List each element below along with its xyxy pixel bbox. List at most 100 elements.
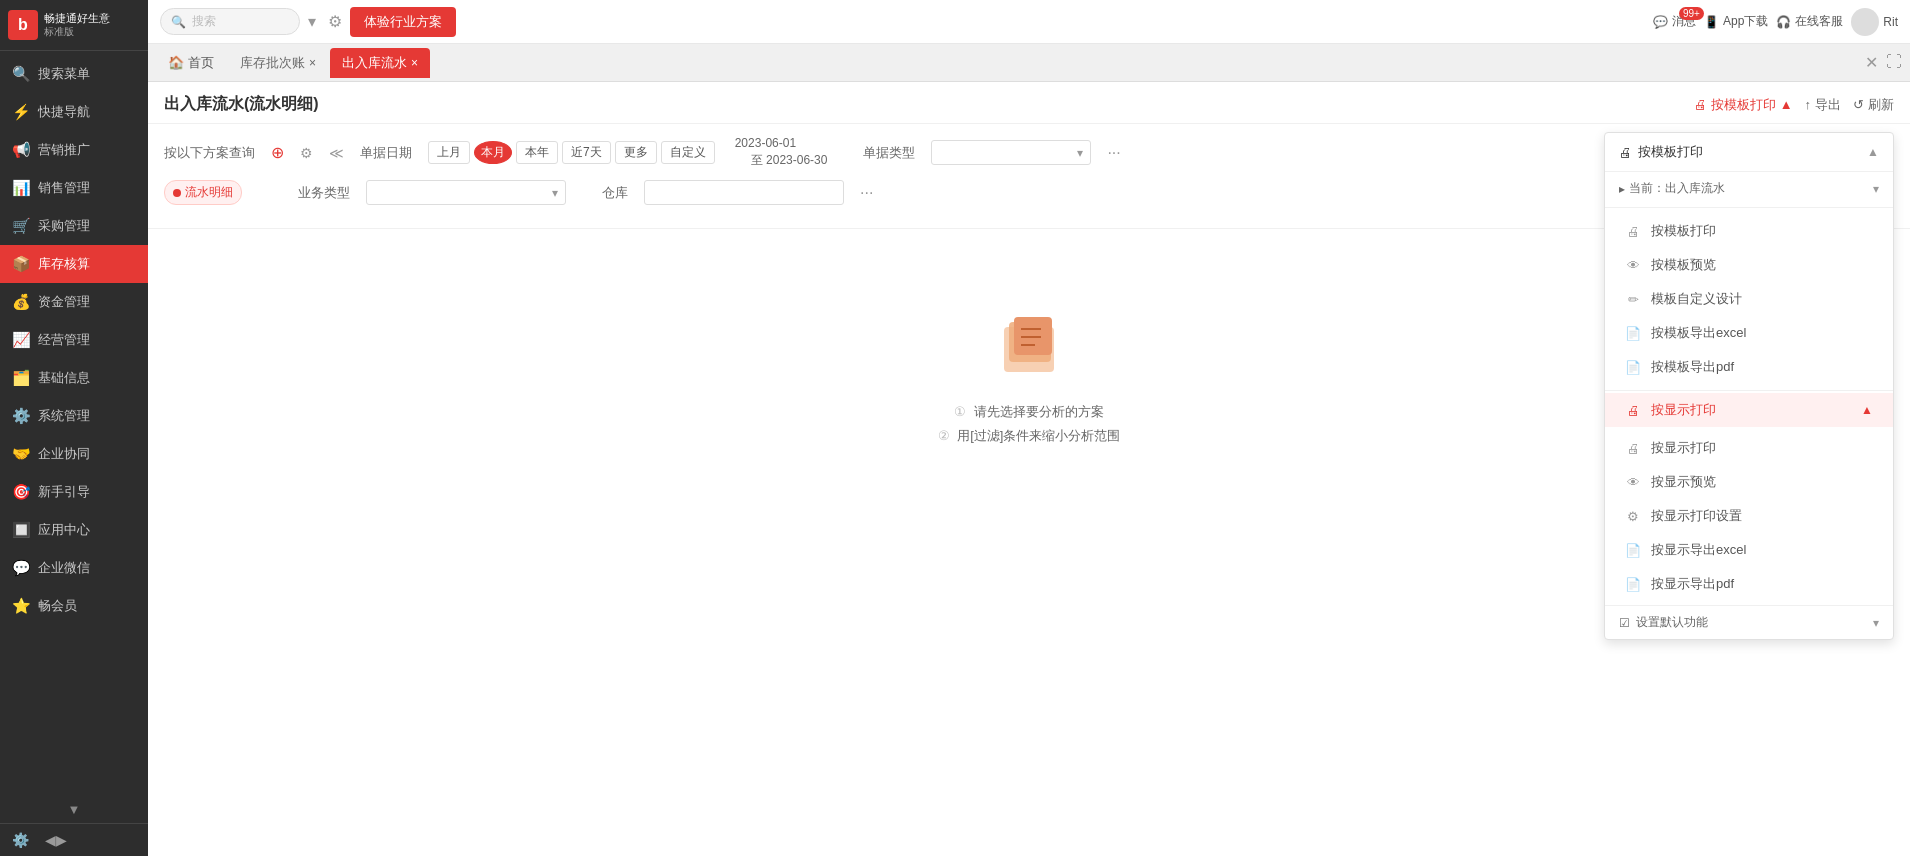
sidebar-item-label: 基础信息 bbox=[38, 369, 90, 387]
topbar-chevron[interactable]: ▾ bbox=[308, 12, 316, 31]
date-btn-custom[interactable]: 自定义 bbox=[661, 141, 715, 164]
main-area: 🔍 搜索 ▾ ⚙ 体验行业方案 💬 消息 99+ 📱 App下载 🎧 在线客服 bbox=[148, 0, 1910, 856]
sidebar-item-system[interactable]: ⚙️ 系统管理 bbox=[0, 397, 148, 435]
document-type-select-wrapper: ▾ bbox=[931, 140, 1091, 165]
add-filter-icon[interactable]: ⊕ bbox=[271, 143, 284, 162]
sidebar-item-sales[interactable]: 📊 销售管理 bbox=[0, 169, 148, 207]
print-icon: 🖨 bbox=[1625, 223, 1641, 239]
date-btn-this-month[interactable]: 本月 bbox=[474, 141, 512, 164]
dropdown-current-label: ▸ 当前：出入库流水 bbox=[1619, 180, 1725, 197]
sidebar-item-basic[interactable]: 🗂️ 基础信息 bbox=[0, 359, 148, 397]
message-button[interactable]: 💬 消息 99+ bbox=[1653, 13, 1696, 30]
purchase-icon: 🛒 bbox=[12, 217, 30, 235]
topbar-gear-icon[interactable]: ⚙ bbox=[328, 12, 342, 31]
sidebar-item-label: 采购管理 bbox=[38, 217, 90, 235]
empty-state-icon bbox=[989, 307, 1069, 387]
sidebar-item-inventory[interactable]: 📦 库存核算 bbox=[0, 245, 148, 283]
topbar-search[interactable]: 🔍 搜索 bbox=[160, 8, 300, 35]
document-type-select[interactable] bbox=[931, 140, 1091, 165]
sidebar-item-guide[interactable]: 🎯 新手引导 bbox=[0, 473, 148, 511]
dropdown-item-display-preview[interactable]: 👁 按显示预览 bbox=[1605, 465, 1893, 499]
date-btn-this-year[interactable]: 本年 bbox=[516, 141, 558, 164]
dropdown-footer-arrow[interactable]: ▾ bbox=[1873, 616, 1879, 630]
dropdown-item-display-print[interactable]: 🖨 按显示打印 bbox=[1605, 431, 1893, 465]
sidebar-item-member[interactable]: ⭐ 畅会员 bbox=[0, 587, 148, 625]
phone-icon: 📱 bbox=[1704, 15, 1719, 29]
sidebar-item-purchase[interactable]: 🛒 采购管理 bbox=[0, 207, 148, 245]
sidebar-item-wechat[interactable]: 💬 企业微信 bbox=[0, 549, 148, 587]
app-subtitle: 标准版 bbox=[44, 25, 110, 39]
quick-nav-icon: ⚡ bbox=[12, 103, 30, 121]
dropdown-item-template-print[interactable]: 🖨 按模板打印 bbox=[1605, 214, 1893, 248]
warehouse-select-wrapper bbox=[644, 180, 844, 205]
tab-inout-flow[interactable]: 出入库流水 × bbox=[330, 48, 430, 78]
date-btn-last-month[interactable]: 上月 bbox=[428, 141, 470, 164]
sidebar-item-enterprise[interactable]: 🤝 企业协同 bbox=[0, 435, 148, 473]
printer-icon: 🖨 bbox=[1694, 97, 1707, 112]
tabs-bar: 🏠 首页 库存批次账 × 出入库流水 × ✕ ⛶ bbox=[148, 44, 1910, 82]
search-placeholder: 搜索 bbox=[192, 13, 216, 30]
user-avatar[interactable]: Rit bbox=[1851, 8, 1898, 36]
display-print-item-icon: 🖨 bbox=[1625, 440, 1641, 456]
current-indicator-icon: ▸ bbox=[1619, 182, 1625, 196]
date-btn-7days[interactable]: 近7天 bbox=[562, 141, 611, 164]
dropdown-item-display-excel[interactable]: 📄 按显示导出excel bbox=[1605, 533, 1893, 567]
tab-batch-account[interactable]: 库存批次账 × bbox=[228, 48, 328, 78]
business-type-select[interactable] bbox=[366, 180, 566, 205]
collapse-sidebar-icon[interactable]: ◀▶ bbox=[45, 832, 67, 848]
date-btn-more[interactable]: 更多 bbox=[615, 141, 657, 164]
message-badge: 99+ bbox=[1679, 7, 1704, 20]
tab-inout-flow-close[interactable]: × bbox=[411, 56, 418, 70]
search-icon: 🔍 bbox=[171, 15, 186, 29]
empty-tip-1: ① 请先选择要分析的方案 bbox=[954, 403, 1104, 421]
dropdown-item-template-pdf[interactable]: 📄 按模板导出pdf bbox=[1605, 350, 1893, 384]
page-title: 出入库流水(流水明细) bbox=[164, 94, 319, 115]
dropdown-item-template-preview[interactable]: 👁 按模板预览 bbox=[1605, 248, 1893, 282]
refresh-label: 刷新 bbox=[1868, 96, 1894, 114]
export-button[interactable]: ↑ 导出 bbox=[1805, 96, 1842, 114]
document-type-more-icon[interactable]: ··· bbox=[1107, 144, 1120, 162]
dropdown-divider-2 bbox=[1605, 390, 1893, 391]
search-menu-icon: 🔍 bbox=[12, 65, 30, 83]
document-type-label: 单据类型 bbox=[863, 144, 915, 162]
tab-home-label: 首页 bbox=[188, 54, 214, 72]
dropdown-item-display-settings[interactable]: ⚙ 按显示打印设置 bbox=[1605, 499, 1893, 533]
printer-header-icon: 🖨 bbox=[1619, 145, 1632, 160]
sidebar-item-app-center[interactable]: 🔲 应用中心 bbox=[0, 511, 148, 549]
settings-footer-icon[interactable]: ⚙️ bbox=[12, 832, 29, 848]
tab-home[interactable]: 🏠 首页 bbox=[156, 48, 226, 78]
sidebar-scroll-down[interactable]: ▼ bbox=[0, 796, 148, 823]
filter-collapse-icon[interactable]: ≪ bbox=[329, 145, 344, 161]
app-download-button[interactable]: 📱 App下载 bbox=[1704, 13, 1768, 30]
sidebar-item-operations[interactable]: 📈 经营管理 bbox=[0, 321, 148, 359]
print-template-button[interactable]: 🖨 按模板打印 ▲ bbox=[1694, 96, 1793, 114]
sidebar-header: b 畅捷通好生意 标准版 bbox=[0, 0, 148, 51]
sidebar-item-search-menu[interactable]: 🔍 搜索菜单 bbox=[0, 55, 148, 93]
sidebar-item-finance[interactable]: 💰 资金管理 bbox=[0, 283, 148, 321]
set-default-button[interactable]: ☑ 设置默认功能 bbox=[1619, 614, 1708, 631]
filter-gear-icon[interactable]: ⚙ bbox=[300, 145, 313, 161]
dropdown-item-display-pdf[interactable]: 📄 按显示导出pdf bbox=[1605, 567, 1893, 601]
sidebar-item-marketing[interactable]: 📢 营销推广 bbox=[0, 131, 148, 169]
warehouse-select[interactable] bbox=[644, 180, 844, 205]
tab-batch-account-close[interactable]: × bbox=[309, 56, 316, 70]
dropdown-display-print-header[interactable]: 🖨 按显示打印 ▲ bbox=[1605, 393, 1893, 427]
online-service-label: 在线客服 bbox=[1795, 13, 1843, 30]
sidebar-item-label: 营销推广 bbox=[38, 141, 90, 159]
dropdown-item-template-excel[interactable]: 📄 按模板导出excel bbox=[1605, 316, 1893, 350]
refresh-button[interactable]: ↺ 刷新 bbox=[1853, 96, 1894, 114]
maximize-tab-icon[interactable]: ⛶ bbox=[1886, 53, 1902, 72]
sidebar-item-quick-nav[interactable]: ⚡ 快捷导航 bbox=[0, 93, 148, 131]
filter-section-label: 按以下方案查询 bbox=[164, 144, 255, 162]
industry-solution-button[interactable]: 体验行业方案 bbox=[350, 7, 456, 37]
display-preview-icon: 👁 bbox=[1625, 474, 1641, 490]
warehouse-more-icon[interactable]: ··· bbox=[860, 184, 873, 202]
dropdown-collapse-arrow[interactable]: ▲ bbox=[1867, 145, 1879, 159]
display-settings-icon: ⚙ bbox=[1625, 508, 1641, 524]
close-tab-icon[interactable]: ✕ bbox=[1865, 53, 1878, 72]
headset-icon: 🎧 bbox=[1776, 15, 1791, 29]
online-service-button[interactable]: 🎧 在线客服 bbox=[1776, 13, 1843, 30]
message-icon: 💬 bbox=[1653, 15, 1668, 29]
sidebar-item-label: 经营管理 bbox=[38, 331, 90, 349]
dropdown-item-template-design[interactable]: ✏ 模板自定义设计 bbox=[1605, 282, 1893, 316]
